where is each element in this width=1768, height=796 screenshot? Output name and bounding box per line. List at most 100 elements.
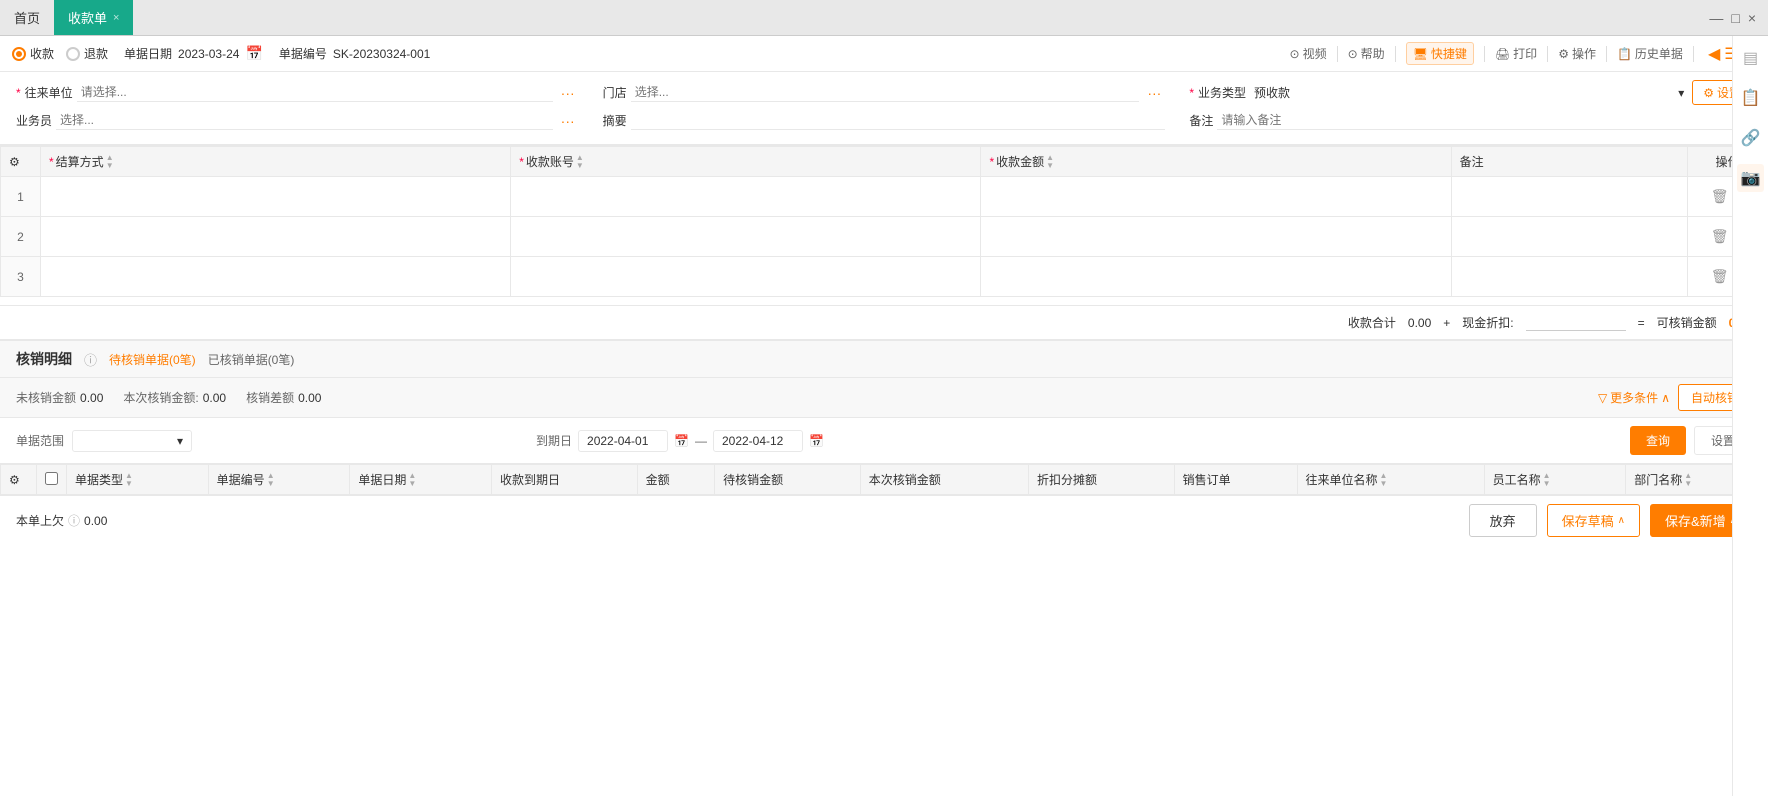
row-3-amount[interactable] bbox=[981, 257, 1451, 297]
date-label: 单据日期 bbox=[124, 45, 172, 62]
radio-tuiquan[interactable]: 退款 bbox=[66, 45, 108, 62]
store-input[interactable] bbox=[631, 83, 1140, 102]
query-btn[interactable]: 查询 bbox=[1630, 426, 1686, 455]
operate-btn[interactable]: ⚙ 操作 bbox=[1558, 45, 1596, 62]
tab-active-label: 收款单 bbox=[68, 8, 107, 27]
row-1-note[interactable] bbox=[1451, 177, 1687, 217]
summary-input[interactable] bbox=[631, 111, 1166, 130]
select-all-checkbox[interactable] bbox=[45, 472, 58, 485]
row-3-account[interactable] bbox=[511, 257, 981, 297]
right-panel-clipboard-icon[interactable]: 📋 bbox=[1737, 84, 1765, 112]
row-2-settlement[interactable] bbox=[41, 217, 511, 257]
radio-shouquan[interactable]: 收款 bbox=[12, 45, 54, 62]
prev-view-btn[interactable]: ◀ bbox=[1708, 44, 1720, 64]
table-settings-icon[interactable]: ⚙ bbox=[9, 155, 20, 169]
row-2-delete-icon[interactable]: 🗑 bbox=[1711, 228, 1729, 245]
salesperson-input[interactable] bbox=[56, 111, 553, 130]
radio-dot-shouquan bbox=[12, 47, 26, 61]
due-date-label: 到期日 bbox=[536, 432, 572, 449]
wth-settings[interactable]: ⚙ bbox=[1, 465, 37, 495]
sort-counterpart-icon[interactable]: ▲▼ bbox=[1380, 472, 1388, 488]
date-to-input[interactable] bbox=[713, 430, 803, 452]
more-conditions-btn[interactable]: ▽ 更多条件 ∧ bbox=[1598, 389, 1670, 406]
help-btn[interactable]: ⊙ 帮助 bbox=[1348, 45, 1385, 62]
right-panel: ▤ 📋 🔗 📷 bbox=[1732, 36, 1768, 796]
stat-diff-label: 核销差额 bbox=[246, 389, 294, 406]
date-calendar-icon[interactable]: 📅 bbox=[245, 45, 262, 62]
form-row-2: 业务员 ··· 摘要 备注 bbox=[16, 111, 1752, 130]
right-panel-table-icon[interactable]: ▤ bbox=[1739, 44, 1762, 72]
minimize-btn[interactable]: — bbox=[1709, 10, 1723, 26]
row-2-amount[interactable] bbox=[981, 217, 1451, 257]
date-from-calendar-icon[interactable]: 📅 bbox=[674, 434, 689, 448]
sort-amount-icon[interactable]: ▲▼ bbox=[1046, 154, 1054, 170]
row-3-delete-icon[interactable]: 🗑 bbox=[1711, 268, 1729, 285]
form-row-1: * 往来单位 ··· 门店 ··· * 业务类型 预收款 ▾ ⚙ 设置 bbox=[16, 80, 1752, 105]
store-more-btn[interactable]: ··· bbox=[1143, 85, 1165, 101]
history-btn[interactable]: 📋 历史单据 bbox=[1617, 45, 1683, 62]
row-2-note[interactable] bbox=[1451, 217, 1687, 257]
summary-available-label: 可核销金额 bbox=[1657, 314, 1717, 331]
save-draft-button[interactable]: 保存草稿 ∧ bbox=[1547, 504, 1640, 537]
sort-settlement-icon[interactable]: ▲▼ bbox=[106, 154, 114, 170]
row-2-account[interactable] bbox=[511, 217, 981, 257]
summary-discount-input[interactable] bbox=[1526, 315, 1626, 331]
tab-home[interactable]: 首页 bbox=[0, 0, 54, 35]
order-value: 0.00 bbox=[84, 514, 107, 528]
tab-active[interactable]: 收款单 × bbox=[54, 0, 133, 35]
biztype-dropdown-icon[interactable]: ▾ bbox=[1674, 86, 1688, 100]
date-from-input[interactable] bbox=[578, 430, 668, 452]
date-separator: — bbox=[695, 434, 707, 448]
discard-button[interactable]: 放弃 bbox=[1469, 504, 1537, 537]
table-row: 2 🗑 ⊞ bbox=[1, 217, 1768, 257]
stat-diff-value: 0.00 bbox=[298, 391, 321, 405]
sort-dept-icon[interactable]: ▲▼ bbox=[1684, 472, 1692, 488]
sort-number-icon[interactable]: ▲▼ bbox=[267, 472, 275, 488]
tab-done[interactable]: 已核销单据(0笔) bbox=[208, 351, 295, 368]
data-table: ⚙ * 结算方式 ▲▼ * 收款账号 ▲▼ bbox=[0, 146, 1768, 297]
store-label: 门店 bbox=[603, 84, 627, 101]
note-input[interactable] bbox=[1217, 111, 1752, 130]
number-value: SK-20230324-001 bbox=[333, 47, 430, 61]
date-to-calendar-icon[interactable]: 📅 bbox=[809, 434, 824, 448]
writeoff-stats: 未核销金额 0.00 本次核销金额: 0.00 核销差额 0.00 ▽ 更多条件… bbox=[0, 378, 1768, 418]
writeoff-info-icon[interactable]: ⓘ bbox=[84, 350, 97, 369]
counterpart-label: 往来单位 bbox=[25, 84, 73, 101]
search-range-select[interactable]: ▾ bbox=[72, 430, 192, 452]
right-panel-camera-icon[interactable]: 📷 bbox=[1737, 164, 1765, 192]
row-1-settlement[interactable] bbox=[41, 177, 511, 217]
note-field: 备注 bbox=[1189, 111, 1752, 130]
th-settings[interactable]: ⚙ bbox=[1, 147, 41, 177]
row-1-amount[interactable] bbox=[981, 177, 1451, 217]
counterpart-more-btn[interactable]: ··· bbox=[557, 85, 579, 101]
stat-diff: 核销差额 0.00 bbox=[246, 389, 321, 406]
wth-pending: 待核销金额 bbox=[715, 465, 861, 495]
bottom-left: 本单上欠 ⓘ 0.00 bbox=[16, 512, 107, 529]
print-btn[interactable]: 🖨 打印 bbox=[1495, 45, 1537, 62]
close-btn[interactable]: × bbox=[1748, 10, 1756, 26]
video-btn[interactable]: ⊙ 视频 bbox=[1290, 45, 1327, 62]
writeoff-section: 核销明细 ⓘ 待核销单据(0笔) 已核销单据(0笔) 未核销金额 0.00 本次… bbox=[0, 339, 1768, 495]
summary-discount-label: 现金折扣: bbox=[1462, 314, 1513, 331]
writeoff-filter-right: ▽ 更多条件 ∧ 自动核销 bbox=[1598, 384, 1752, 411]
sort-staff-icon[interactable]: ▲▼ bbox=[1543, 472, 1551, 488]
shortcut-btn[interactable]: 🖥 快捷键 bbox=[1406, 42, 1474, 65]
right-panel-link-icon[interactable]: 🔗 bbox=[1737, 124, 1765, 152]
counterpart-input[interactable] bbox=[77, 83, 553, 102]
row-3-note[interactable] bbox=[1451, 257, 1687, 297]
salesperson-more-btn[interactable]: ··· bbox=[557, 113, 579, 129]
row-1-delete-icon[interactable]: 🗑 bbox=[1711, 188, 1729, 205]
sort-account-icon[interactable]: ▲▼ bbox=[576, 154, 584, 170]
sort-date-icon[interactable]: ▲▼ bbox=[408, 472, 416, 488]
tab-close-icon[interactable]: × bbox=[113, 12, 119, 24]
divider-3 bbox=[1484, 46, 1485, 62]
row-1-account[interactable] bbox=[511, 177, 981, 217]
maximize-btn[interactable]: □ bbox=[1731, 10, 1739, 26]
salesperson-field: 业务员 ··· bbox=[16, 111, 579, 130]
wth-checkbox[interactable] bbox=[37, 465, 67, 495]
row-3-settlement[interactable] bbox=[41, 257, 511, 297]
tab-pending[interactable]: 待核销单据(0笔) bbox=[109, 351, 196, 368]
date-value[interactable]: 2023-03-24 bbox=[178, 47, 239, 61]
counterpart-field: * 往来单位 ··· bbox=[16, 83, 579, 102]
sort-type-icon[interactable]: ▲▼ bbox=[125, 472, 133, 488]
